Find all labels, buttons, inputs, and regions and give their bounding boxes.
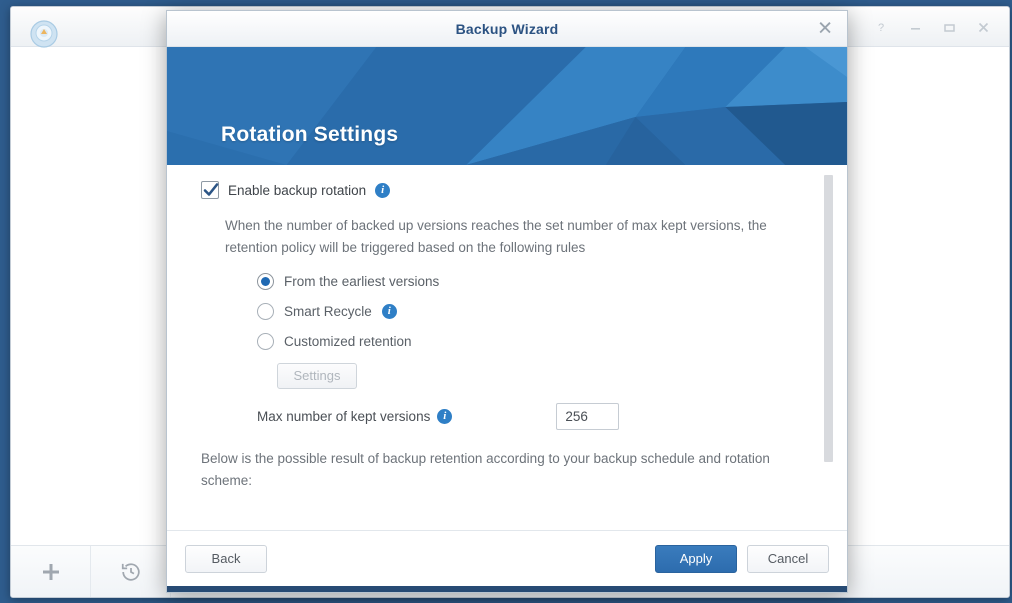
radio-option-earliest[interactable]: From the earliest versions	[257, 272, 807, 290]
back-button[interactable]: Back	[185, 544, 267, 573]
close-icon[interactable]	[977, 21, 993, 34]
info-icon[interactable]: i	[437, 408, 453, 424]
max-kept-versions-input[interactable]	[556, 402, 620, 430]
backup-wizard-dialog: Backup Wizard ✕ Rotation Settings Enable…	[166, 10, 848, 593]
dialog-footer: Back Apply Cancel	[167, 530, 847, 586]
enable-backup-rotation-row[interactable]: Enable backup rotation i	[201, 181, 807, 199]
enable-backup-rotation-checkbox[interactable]	[201, 181, 219, 199]
synology-app-icon	[27, 17, 61, 51]
help-button[interactable]: ?	[875, 21, 891, 34]
max-kept-versions-label: Max number of kept versions	[257, 408, 431, 424]
dialog-body: Enable backup rotation i When the number…	[167, 165, 847, 530]
content-scrollbar[interactable]	[824, 175, 833, 462]
info-icon[interactable]: i	[375, 182, 391, 198]
settings-content: Enable backup rotation i When the number…	[167, 181, 847, 491]
radio-label-customized: Customized retention	[284, 333, 412, 349]
max-kept-versions-row: Max number of kept versions i	[257, 402, 807, 430]
close-icon[interactable]: ✕	[817, 19, 833, 38]
dialog-titlebar: Backup Wizard ✕	[167, 11, 847, 47]
enable-backup-rotation-label: Enable backup rotation	[228, 182, 367, 198]
dialog-title: Backup Wizard	[455, 20, 559, 37]
settings-button[interactable]: Settings	[277, 362, 357, 389]
radio-customized-retention[interactable]	[257, 332, 274, 350]
check-icon	[203, 183, 219, 196]
dialog-banner: Rotation Settings	[167, 47, 847, 165]
apply-button[interactable]: Apply	[655, 544, 737, 573]
minimize-button[interactable]	[909, 21, 925, 34]
svg-text:?: ?	[878, 22, 884, 34]
add-button[interactable]	[11, 546, 91, 597]
radio-earliest-versions[interactable]	[257, 272, 274, 290]
cancel-button[interactable]: Cancel	[747, 544, 829, 573]
radio-label-smart-recycle: Smart Recycle	[284, 303, 372, 319]
dialog-bottom-strip	[167, 586, 847, 592]
retention-preview-description: Below is the possible result of backup r…	[201, 450, 770, 488]
restore-history-button[interactable]	[91, 546, 171, 597]
background-window-controls[interactable]: ?	[875, 7, 1001, 47]
maximize-button[interactable]	[943, 21, 959, 34]
page-title: Rotation Settings	[221, 123, 399, 146]
radio-option-smart-recycle[interactable]: Smart Recycle i	[257, 302, 807, 320]
info-icon[interactable]: i	[381, 303, 397, 319]
radio-option-customized[interactable]: Customized retention	[257, 332, 807, 350]
radio-smart-recycle[interactable]	[257, 302, 274, 320]
banner-polygon-art	[167, 47, 847, 165]
rotation-description: When the number of backed up versions re…	[225, 218, 767, 255]
retention-rule-radio-group: From the earliest versions Smart Recycle…	[195, 272, 807, 350]
radio-label-earliest: From the earliest versions	[284, 273, 440, 289]
